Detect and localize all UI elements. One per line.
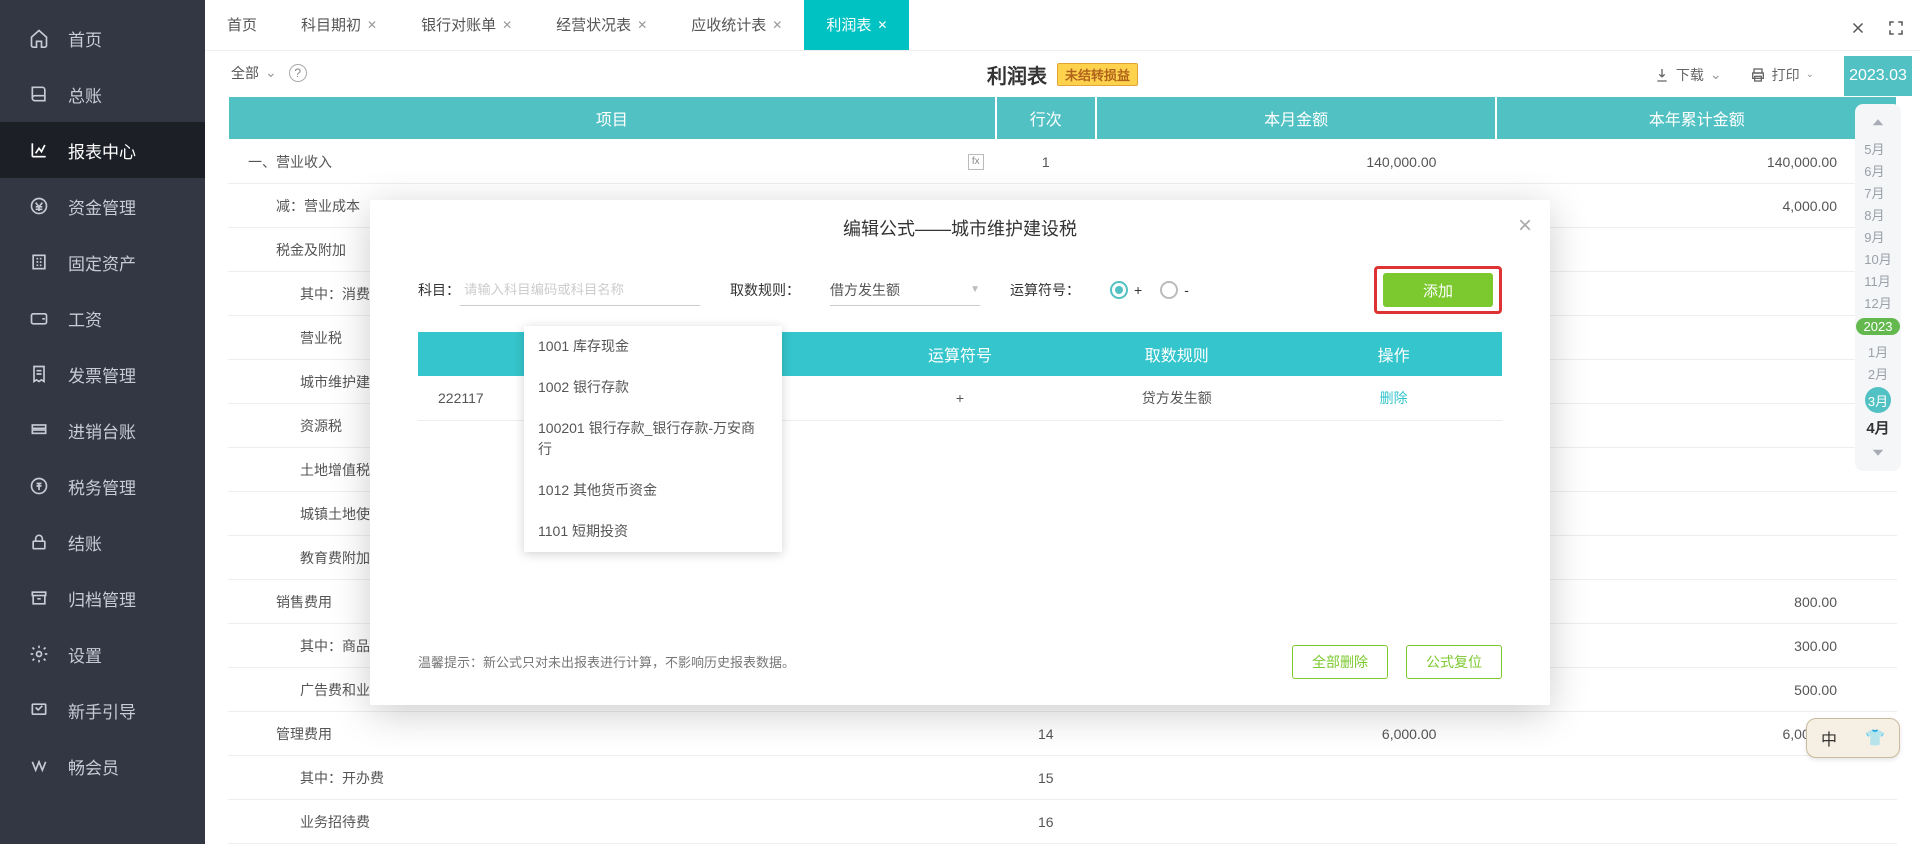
rule-select[interactable]: 借方发生额 ▼ (830, 274, 980, 306)
rule-value: 借方发生额 (830, 280, 900, 300)
entry-rule: 贷方发生额 (1068, 376, 1285, 420)
formula-form-row: 科目： 1001 库存现金1002 银行存款100201 银行存款_银行存款-万… (370, 256, 1550, 332)
entry-op: + (852, 376, 1069, 420)
mcol-action: 操作 (1285, 332, 1502, 376)
subject-suggest-list: 1001 库存现金1002 银行存款100201 银行存款_银行存款-万安商行1… (524, 326, 782, 552)
subject-input[interactable] (460, 274, 700, 306)
suggest-option[interactable]: 100201 银行存款_银行存款-万安商行 (524, 408, 782, 470)
reset-button[interactable]: 公式复位 (1406, 645, 1502, 679)
modal-title: 编辑公式——城市维护建设税 (843, 215, 1077, 241)
entry-delete[interactable]: 删除 (1285, 376, 1502, 420)
suggest-option[interactable]: 1012 其他货币资金 (524, 470, 782, 511)
ime-bar[interactable]: 中 👕 (1806, 718, 1900, 758)
modal-close-icon[interactable]: × (1518, 214, 1532, 238)
op-minus-label: - (1184, 282, 1189, 298)
formula-modal: 编辑公式——城市维护建设税 × 科目： 1001 库存现金1002 银行存款10… (370, 200, 1550, 705)
op-plus-label: + (1134, 282, 1142, 298)
suggest-option[interactable]: 1001 库存现金 (524, 326, 782, 367)
radio-off-icon (1160, 281, 1178, 299)
add-highlight: 添加 (1374, 266, 1502, 314)
modal-header: 编辑公式——城市维护建设税 × (370, 200, 1550, 256)
op-minus-radio[interactable]: - (1160, 281, 1189, 299)
suggest-option[interactable]: 1101 短期投资 (524, 511, 782, 552)
modal-tip: 温馨提示：新公式只对未出报表进行计算，不影响历史报表数据。 (418, 652, 795, 671)
modal-overlay: 编辑公式——城市维护建设税 × 科目： 1001 库存现金1002 银行存款10… (0, 0, 1920, 844)
modal-footer: 温馨提示：新公式只对未出报表进行计算，不影响历史报表数据。 全部删除 公式复位 (370, 621, 1550, 705)
ime-mode: 中 (1821, 726, 1837, 750)
op-plus-radio[interactable]: + (1110, 281, 1142, 299)
radio-on-icon (1110, 281, 1128, 299)
mcol-op: 运算符号 (852, 332, 1069, 376)
rule-label: 取数规则： (730, 280, 800, 300)
mcol-rule: 取数规则 (1068, 332, 1285, 376)
triangle-down-icon: ▼ (970, 284, 980, 295)
suggest-option[interactable]: 1002 银行存款 (524, 367, 782, 408)
ime-skin-icon: 👕 (1865, 728, 1885, 748)
delete-all-button[interactable]: 全部删除 (1292, 645, 1388, 679)
operator-label: 运算符号： (1010, 280, 1080, 300)
add-button[interactable]: 添加 (1383, 273, 1493, 307)
subject-label: 科目： (418, 280, 460, 300)
